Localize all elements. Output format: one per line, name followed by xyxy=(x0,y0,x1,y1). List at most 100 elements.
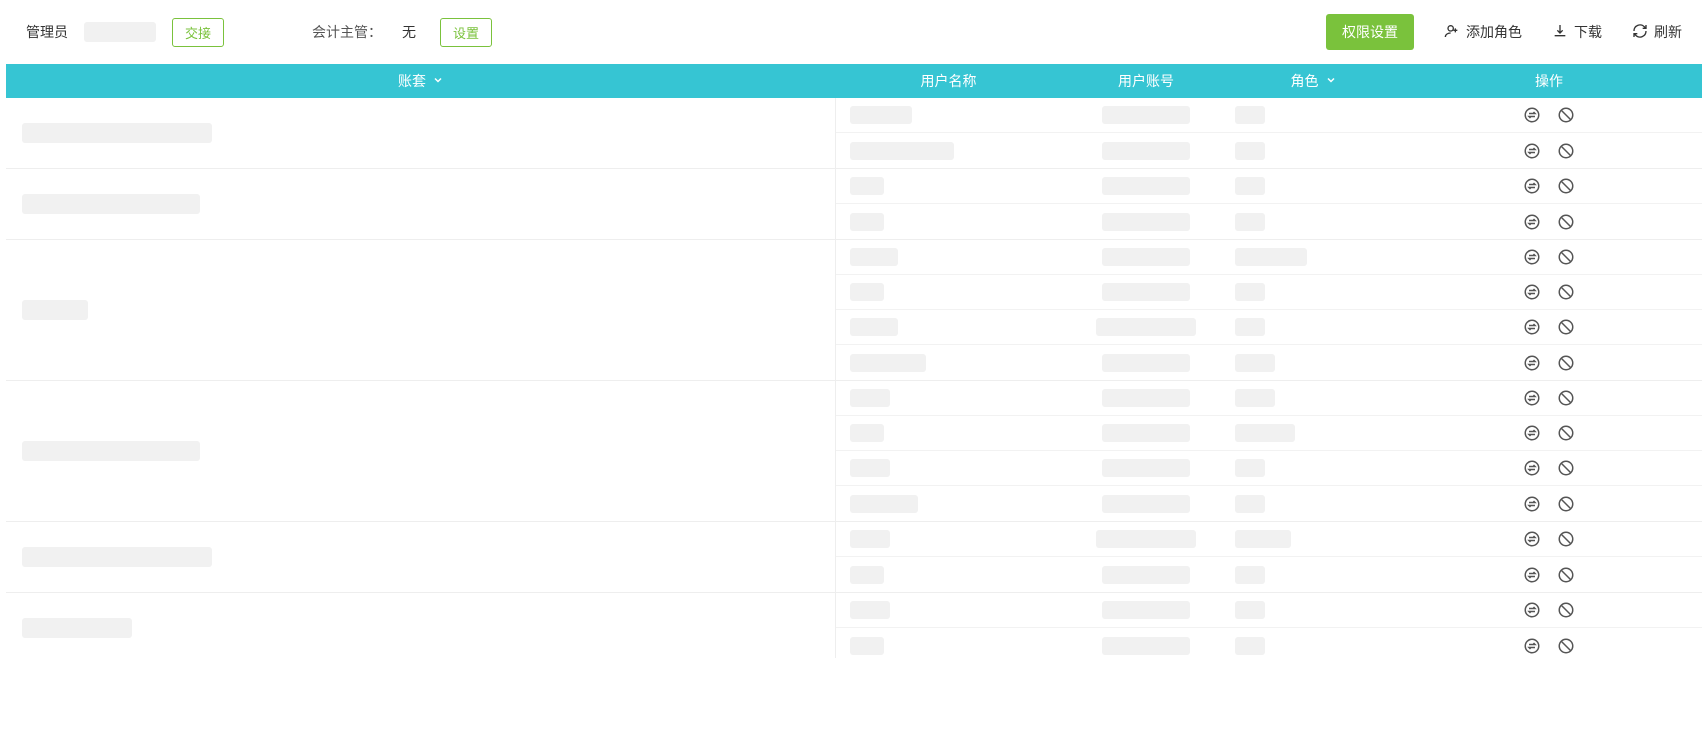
account-set-redacted xyxy=(22,547,212,567)
swap-icon[interactable] xyxy=(1522,494,1542,514)
user-account-redacted xyxy=(1102,495,1190,513)
list-item xyxy=(836,275,1702,310)
disable-button[interactable] xyxy=(1556,247,1576,267)
permission-settings-button[interactable]: 权限设置 xyxy=(1326,14,1414,50)
user-account-redacted xyxy=(1102,142,1190,160)
disable-button[interactable] xyxy=(1556,388,1576,408)
header-right: 权限设置 添加角色 下载 刷新 xyxy=(1326,14,1682,50)
swap-icon[interactable] xyxy=(1522,600,1542,620)
operation-cell xyxy=(1396,388,1702,408)
download-button[interactable]: 下载 xyxy=(1552,22,1602,42)
disable-button[interactable] xyxy=(1556,317,1576,337)
operation-cell xyxy=(1396,458,1702,478)
account-set-cell xyxy=(6,98,836,168)
disable-button[interactable] xyxy=(1556,529,1576,549)
user-name-redacted xyxy=(850,283,884,301)
user-name-cell xyxy=(836,106,1061,124)
disable-button[interactable] xyxy=(1556,636,1576,656)
role-redacted xyxy=(1235,601,1265,619)
disable-button[interactable] xyxy=(1556,105,1576,125)
disable-button[interactable] xyxy=(1556,565,1576,585)
swap-icon[interactable] xyxy=(1522,141,1542,161)
swap-icon[interactable] xyxy=(1522,247,1542,267)
col-header-user-account: 用户账号 xyxy=(1061,71,1231,91)
role-redacted xyxy=(1235,354,1275,372)
refresh-button[interactable]: 刷新 xyxy=(1632,22,1682,42)
user-name-cell xyxy=(836,459,1061,477)
swap-icon[interactable] xyxy=(1522,105,1542,125)
user-name-cell xyxy=(836,424,1061,442)
user-name-redacted xyxy=(850,354,926,372)
add-role-button[interactable]: 添加角色 xyxy=(1444,22,1522,42)
account-set-redacted xyxy=(22,441,200,461)
swap-icon[interactable] xyxy=(1522,636,1542,656)
user-account-redacted xyxy=(1102,389,1190,407)
operation-cell xyxy=(1396,353,1702,373)
user-name-redacted xyxy=(850,424,884,442)
col-header-role[interactable]: 角色 xyxy=(1231,71,1396,91)
disable-button[interactable] xyxy=(1556,141,1576,161)
sub-rows xyxy=(836,593,1702,658)
disable-button[interactable] xyxy=(1556,353,1576,373)
list-item xyxy=(836,381,1702,416)
supervisor-label: 会计主管： xyxy=(312,22,382,42)
table-body[interactable] xyxy=(6,98,1702,658)
settings-button[interactable]: 设置 xyxy=(440,18,492,47)
disable-button[interactable] xyxy=(1556,176,1576,196)
user-name-cell xyxy=(836,283,1061,301)
user-account-cell xyxy=(1061,177,1231,195)
operation-cell xyxy=(1396,282,1702,302)
user-name-redacted xyxy=(850,213,884,231)
disable-button[interactable] xyxy=(1556,600,1576,620)
swap-icon[interactable] xyxy=(1522,353,1542,373)
user-account-cell xyxy=(1061,566,1231,584)
chevron-down-icon xyxy=(1325,73,1337,89)
swap-icon[interactable] xyxy=(1522,529,1542,549)
operation-cell xyxy=(1396,212,1702,232)
swap-icon[interactable] xyxy=(1522,388,1542,408)
user-account-redacted xyxy=(1102,106,1190,124)
role-redacted xyxy=(1235,177,1265,195)
swap-icon[interactable] xyxy=(1522,565,1542,585)
swap-icon[interactable] xyxy=(1522,212,1542,232)
list-item xyxy=(836,522,1702,557)
swap-icon[interactable] xyxy=(1522,423,1542,443)
sub-rows xyxy=(836,98,1702,168)
handover-button[interactable]: 交接 xyxy=(172,18,224,47)
disable-button[interactable] xyxy=(1556,212,1576,232)
disable-button[interactable] xyxy=(1556,494,1576,514)
supervisor-value: 无 xyxy=(402,22,416,42)
role-cell xyxy=(1231,213,1396,231)
col-header-account-set[interactable]: 账套 xyxy=(6,71,836,91)
account-set-cell xyxy=(6,240,836,380)
disable-button[interactable] xyxy=(1556,423,1576,443)
swap-icon[interactable] xyxy=(1522,176,1542,196)
list-item xyxy=(836,557,1702,592)
account-set-redacted xyxy=(22,618,132,638)
sub-rows xyxy=(836,522,1702,592)
list-item xyxy=(836,169,1702,204)
sub-rows xyxy=(836,169,1702,239)
role-cell xyxy=(1231,354,1396,372)
list-item xyxy=(836,345,1702,380)
swap-icon[interactable] xyxy=(1522,317,1542,337)
chevron-down-icon xyxy=(432,73,444,89)
role-redacted xyxy=(1235,389,1275,407)
disable-button[interactable] xyxy=(1556,458,1576,478)
user-name-cell xyxy=(836,142,1061,160)
manager-name-redacted xyxy=(84,22,156,42)
col-header-operation: 操作 xyxy=(1396,71,1702,91)
role-redacted xyxy=(1235,283,1265,301)
role-redacted xyxy=(1235,459,1265,477)
user-name-redacted xyxy=(850,142,954,160)
list-item xyxy=(836,486,1702,521)
disable-button[interactable] xyxy=(1556,282,1576,302)
col-role-label: 角色 xyxy=(1291,71,1319,91)
header-bar: 管理员 交接 会计主管： 无 设置 权限设置 添加角色 下载 xyxy=(0,0,1708,64)
operation-cell xyxy=(1396,176,1702,196)
header-left: 管理员 交接 会计主管： 无 设置 xyxy=(26,18,492,47)
operation-cell xyxy=(1396,141,1702,161)
role-cell xyxy=(1231,601,1396,619)
swap-icon[interactable] xyxy=(1522,458,1542,478)
swap-icon[interactable] xyxy=(1522,282,1542,302)
